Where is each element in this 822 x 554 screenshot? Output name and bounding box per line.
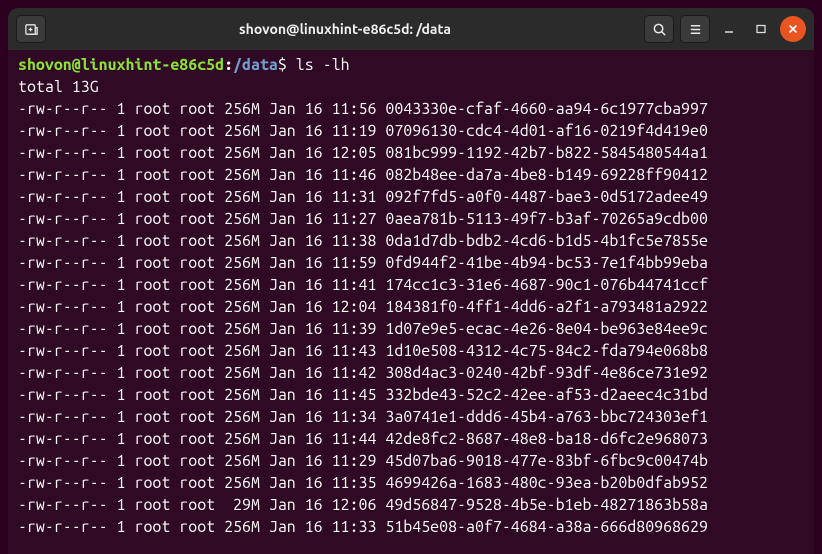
file-row: -rw-r--r-- 1 root root 256M Jan 16 11:56… <box>18 98 804 120</box>
file-row: -rw-r--r-- 1 root root 256M Jan 16 12:05… <box>18 142 804 164</box>
prompt-path: /data <box>233 56 278 74</box>
window-title: shovon@linuxhint-e86c5d: /data <box>52 21 638 37</box>
terminal-window: shovon@linuxhint-e86c5d: /data shovon@li… <box>8 8 814 554</box>
prompt-dollar: $ <box>278 56 296 74</box>
new-tab-button[interactable] <box>16 15 46 43</box>
file-row: -rw-r--r-- 1 root root 256M Jan 16 11:33… <box>18 516 804 538</box>
file-row: -rw-r--r-- 1 root root 256M Jan 16 11:31… <box>18 186 804 208</box>
terminal-output[interactable]: shovon@linuxhint-e86c5d:/data$ ls -lhtot… <box>8 50 814 554</box>
close-button[interactable] <box>780 16 806 42</box>
file-row: -rw-r--r-- 1 root root 256M Jan 16 11:29… <box>18 450 804 472</box>
file-row: -rw-r--r-- 1 root root 256M Jan 16 11:34… <box>18 406 804 428</box>
file-row: -rw-r--r-- 1 root root 256M Jan 16 12:04… <box>18 296 804 318</box>
maximize-button[interactable] <box>748 16 774 42</box>
file-row: -rw-r--r-- 1 root root 256M Jan 16 11:46… <box>18 164 804 186</box>
file-row: -rw-r--r-- 1 root root 29M Jan 16 12:06 … <box>18 494 804 516</box>
minimize-button[interactable] <box>716 16 742 42</box>
titlebar: shovon@linuxhint-e86c5d: /data <box>8 8 814 50</box>
file-row: -rw-r--r-- 1 root root 256M Jan 16 11:59… <box>18 252 804 274</box>
typed-command: ls -lh <box>296 56 350 74</box>
file-row: -rw-r--r-- 1 root root 256M Jan 16 11:43… <box>18 340 804 362</box>
prompt-line: shovon@linuxhint-e86c5d:/data$ ls -lh <box>18 54 804 76</box>
file-row: -rw-r--r-- 1 root root 256M Jan 16 11:42… <box>18 362 804 384</box>
prompt-user: shovon@linuxhint-e86c5d <box>18 56 224 74</box>
file-row: -rw-r--r-- 1 root root 256M Jan 16 11:39… <box>18 318 804 340</box>
search-button[interactable] <box>644 15 674 43</box>
file-row: -rw-r--r-- 1 root root 256M Jan 16 11:19… <box>18 120 804 142</box>
prompt-colon: : <box>224 56 233 74</box>
file-row: -rw-r--r-- 1 root root 256M Jan 16 11:27… <box>18 208 804 230</box>
file-row: -rw-r--r-- 1 root root 256M Jan 16 11:41… <box>18 274 804 296</box>
hamburger-menu-button[interactable] <box>680 15 710 43</box>
file-row: -rw-r--r-- 1 root root 256M Jan 16 11:35… <box>18 472 804 494</box>
total-line: total 13G <box>18 76 804 98</box>
file-row: -rw-r--r-- 1 root root 256M Jan 16 11:38… <box>18 230 804 252</box>
file-row: -rw-r--r-- 1 root root 256M Jan 16 11:44… <box>18 428 804 450</box>
file-row: -rw-r--r-- 1 root root 256M Jan 16 11:45… <box>18 384 804 406</box>
